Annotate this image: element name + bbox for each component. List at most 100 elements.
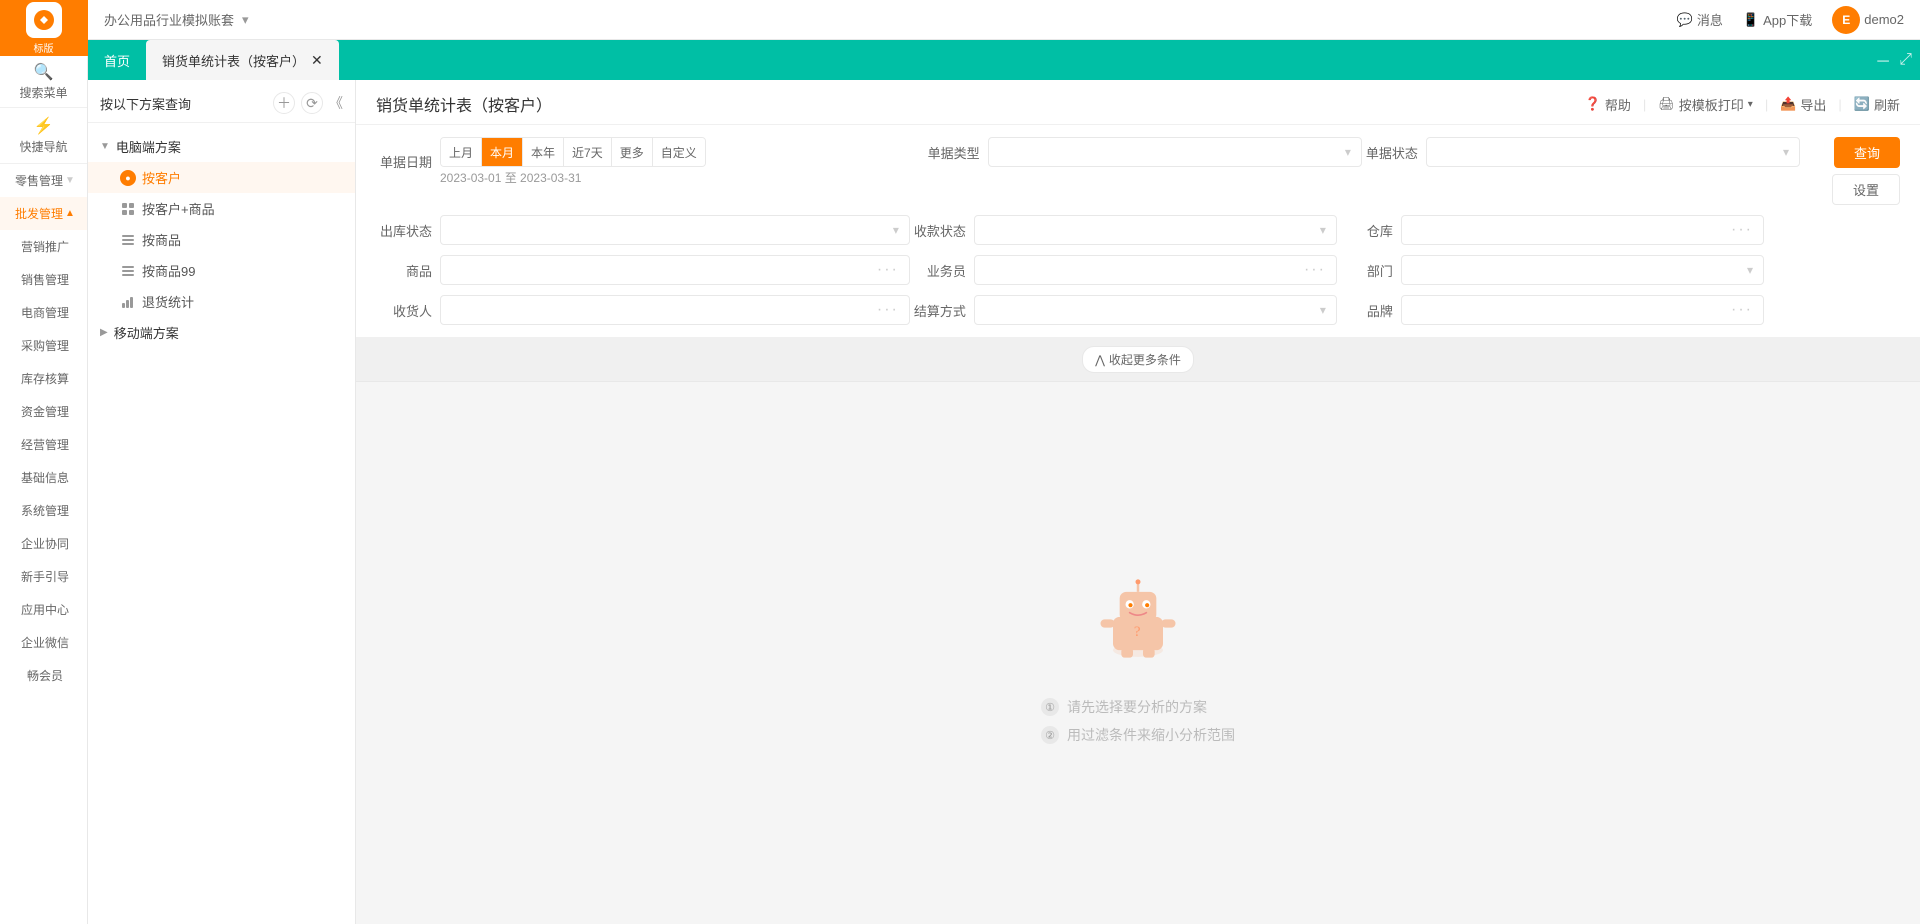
- sidebar-item-marketing[interactable]: 营销推广: [0, 230, 87, 263]
- receiver-dots-icon: ···: [877, 301, 899, 319]
- goods-filter[interactable]: ···: [440, 255, 910, 285]
- brand-dots-icon: ···: [1731, 301, 1753, 319]
- tree-child-return-stats[interactable]: 退货统计: [88, 286, 355, 317]
- hint-text-2: 用过滤条件来缩小分析范围: [1067, 725, 1235, 745]
- sidebar-item-system-label: 系统管理: [21, 502, 69, 519]
- date-tab-custom[interactable]: 自定义: [653, 138, 705, 166]
- tree-parent-mobile[interactable]: ▶ 移动端方案: [88, 317, 355, 348]
- app-download-btn[interactable]: 📱 App下载: [1743, 10, 1812, 29]
- sidebar-item-operations-label: 经营管理: [21, 436, 69, 453]
- date-tab-more[interactable]: 更多: [612, 138, 653, 166]
- receiver-filter[interactable]: ···: [440, 295, 910, 325]
- tree-desktop-label: 电脑端方案: [116, 137, 181, 156]
- tab-close-icon[interactable]: ✕: [311, 53, 323, 67]
- filter-row-1: 单据日期 上月 本月 本年 近7天 更多 自定义 2023-03-01 至 20…: [376, 137, 1900, 205]
- refresh-btn[interactable]: 🔄 刷新: [1854, 95, 1900, 114]
- order-status-label: 单据状态: [1362, 143, 1426, 162]
- refresh-scheme-btn[interactable]: ⟳: [301, 92, 323, 114]
- username-label: demo2: [1864, 12, 1904, 27]
- date-tab-this-year[interactable]: 本年: [523, 138, 564, 166]
- department-dropdown[interactable]: ▾: [1401, 255, 1764, 285]
- salesperson-filter[interactable]: ···: [974, 255, 1337, 285]
- tab-minimize-icon[interactable]: －: [1875, 48, 1891, 72]
- filter-buttons: 查询 设置: [1816, 137, 1900, 205]
- tab-report[interactable]: 销货单统计表（按客户） ✕: [146, 40, 339, 80]
- warehouse-label: 仓库: [1337, 221, 1401, 240]
- tree-child-by-customer[interactable]: ● 按客户: [88, 162, 355, 193]
- sidebar-item-newbie[interactable]: 新手引导: [0, 560, 87, 593]
- receiver-label: 收货人: [376, 301, 440, 320]
- header-left: 办公用品行业模拟账套 ▾: [104, 10, 249, 29]
- payment-status-dropdown[interactable]: ▾: [974, 215, 1337, 245]
- page-title: 销货单统计表（按客户）: [376, 92, 552, 116]
- user-avatar: E: [1832, 6, 1860, 34]
- app-download-label: App下载: [1763, 10, 1812, 29]
- left-panel-actions: ＋ ⟳ 《: [273, 92, 343, 114]
- sidebar-item-retail[interactable]: 零售管理 ▼: [0, 164, 87, 197]
- quick-nav-btn[interactable]: ⚡ 快捷导航: [0, 108, 87, 164]
- query-button[interactable]: 查询: [1834, 137, 1900, 168]
- tree-child-by-goods[interactable]: 按商品: [88, 224, 355, 255]
- message-btn[interactable]: 💬 消息: [1677, 10, 1723, 29]
- date-tab-7days[interactable]: 近7天: [564, 138, 612, 166]
- sidebar-item-inventory[interactable]: 库存核算: [0, 362, 87, 395]
- template-print-btn[interactable]: 🖨 按模板打印 ▾: [1658, 95, 1753, 114]
- date-tab-this-month[interactable]: 本月: [482, 138, 523, 166]
- sidebar-item-member[interactable]: 畅会员: [0, 659, 87, 692]
- sidebar-item-wholesale[interactable]: 批发管理 ▲: [0, 197, 87, 230]
- help-btn[interactable]: ❓ 帮助: [1585, 95, 1631, 114]
- filter-row-2: 出库状态 ▾ 收款状态 ▾ 仓库: [376, 215, 1900, 245]
- sidebar-item-basic[interactable]: 基础信息: [0, 461, 87, 494]
- tab-home-label: 首页: [104, 51, 130, 70]
- sidebar-item-appstore[interactable]: 应用中心: [0, 593, 87, 626]
- date-tab-last-month[interactable]: 上月: [441, 138, 482, 166]
- sidebar-item-finance[interactable]: 资金管理: [0, 395, 87, 428]
- sidebar-item-purchase[interactable]: 采购管理: [0, 329, 87, 362]
- tree-parent-desktop[interactable]: ▼ 电脑端方案: [88, 131, 355, 162]
- refresh-icon: ⟳: [306, 95, 318, 112]
- sidebar-item-finance-label: 资金管理: [21, 403, 69, 420]
- hint-text-1: 请先选择要分析的方案: [1067, 697, 1207, 717]
- collapse-conditions-btn[interactable]: ⋀ 收起更多条件: [1082, 346, 1194, 373]
- salesperson-label: 业务员: [910, 261, 974, 280]
- payment-status-filter-group: 收款状态 ▾: [910, 215, 1337, 245]
- collapse-left-panel-btn[interactable]: 《: [329, 93, 343, 113]
- settlement-dropdown[interactable]: ▾: [974, 295, 1337, 325]
- date-filter-label: 单据日期: [376, 152, 440, 171]
- order-type-dropdown[interactable]: ▾: [988, 137, 1362, 167]
- sidebar-item-system[interactable]: 系统管理: [0, 494, 87, 527]
- sidebar-item-wechat[interactable]: 企业微信: [0, 626, 87, 659]
- warehouse-filter-group: 仓库 ···: [1337, 215, 1764, 245]
- sidebar-item-ecommerce[interactable]: 电商管理: [0, 296, 87, 329]
- tree-child-by-goods-99-label: 按商品99: [142, 261, 195, 280]
- active-scheme-icon: ●: [120, 170, 136, 186]
- order-type-label: 单据类型: [924, 143, 988, 162]
- right-panel: 销货单统计表（按客户） ❓ 帮助 | 🖨 按模板打印 ▾ | 📤: [356, 80, 1920, 924]
- sidebar-item-wholesale-label: 批发管理: [15, 205, 63, 222]
- tree-child-by-customer-goods[interactable]: 按客户+商品: [88, 193, 355, 224]
- warehouse-filter[interactable]: ···: [1401, 215, 1764, 245]
- header-dropdown-icon[interactable]: ▾: [242, 12, 249, 28]
- tree-child-by-goods-99[interactable]: 按商品99: [88, 255, 355, 286]
- order-status-dropdown[interactable]: ▾: [1426, 137, 1800, 167]
- scheme-icon-customer-goods: [120, 201, 136, 217]
- tab-bar-end: － ⤢: [339, 48, 1920, 72]
- ship-status-dropdown[interactable]: ▾: [440, 215, 910, 245]
- tab-maximize-icon[interactable]: ⤢: [1899, 51, 1912, 69]
- user-menu[interactable]: E demo2: [1832, 6, 1904, 34]
- receiver-filter-group: 收货人 ···: [376, 295, 910, 325]
- left-panel: 按以下方案查询 ＋ ⟳ 《 ▼ 电脑端方案: [88, 80, 356, 924]
- add-scheme-btn[interactable]: ＋: [273, 92, 295, 114]
- sidebar-item-sales[interactable]: 销售管理: [0, 263, 87, 296]
- sidebar-item-enterprise[interactable]: 企业协同: [0, 527, 87, 560]
- tab-bar: 首页 销货单统计表（按客户） ✕ － ⤢: [88, 40, 1920, 80]
- brand-filter[interactable]: ···: [1401, 295, 1764, 325]
- ship-status-arrow: ▾: [893, 223, 899, 237]
- sidebar-item-operations[interactable]: 经营管理: [0, 428, 87, 461]
- export-btn[interactable]: 📤 导出: [1780, 95, 1826, 114]
- svg-text:?: ?: [1134, 624, 1141, 640]
- page-title-bar: 销货单统计表（按客户） ❓ 帮助 | 🖨 按模板打印 ▾ | 📤: [356, 80, 1920, 125]
- search-menu-btn[interactable]: 🔍 搜索菜单: [19, 62, 67, 101]
- settings-button[interactable]: 设置: [1832, 174, 1900, 205]
- tab-home[interactable]: 首页: [88, 40, 146, 80]
